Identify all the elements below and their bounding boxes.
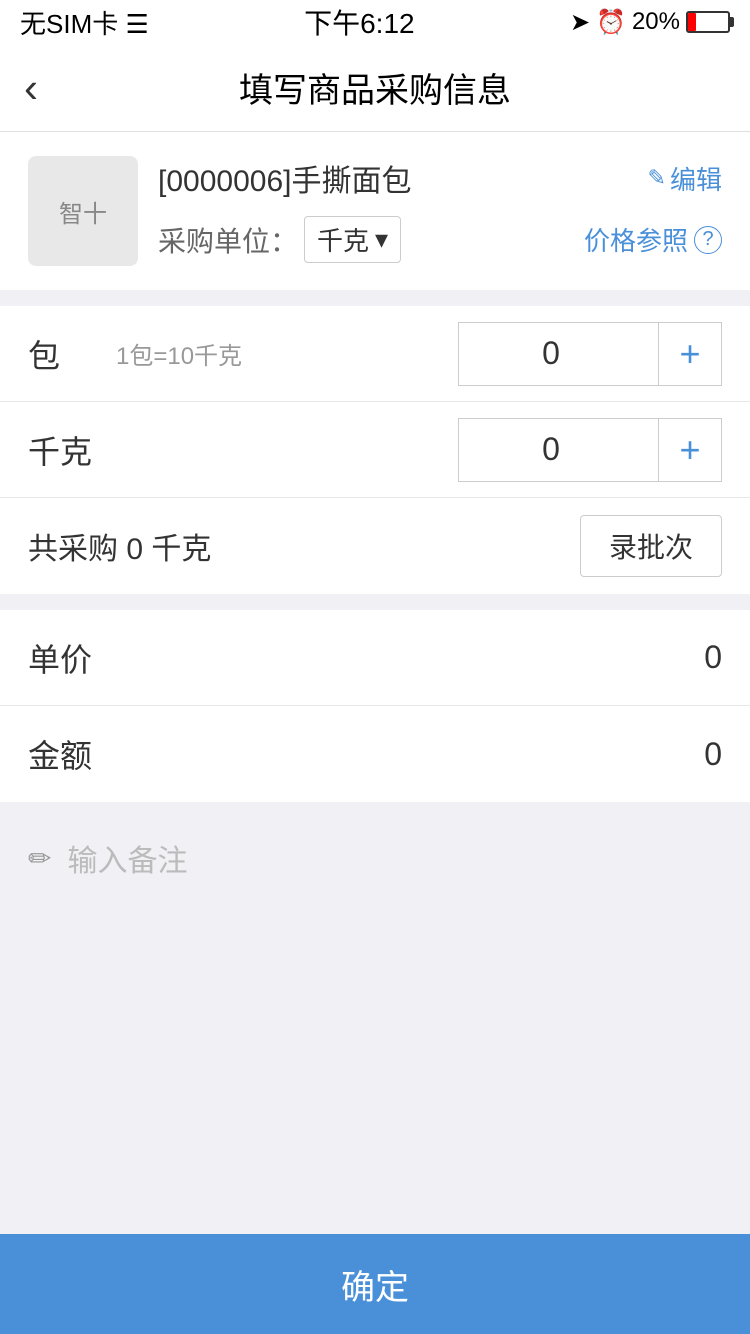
back-button[interactable]: ‹ (24, 64, 38, 112)
quantity-sublabel-bao: 1包=10千克 (116, 336, 458, 371)
product-name: [0000006]手撕面包 (158, 156, 411, 200)
sim-label: 无SIM卡 ☰ (20, 4, 149, 41)
price-ref-button[interactable]: 价格参照 ? (584, 221, 722, 258)
price-section: 单价 0 金额 0 (0, 610, 750, 810)
unit-select[interactable]: 千克 ▾ (304, 216, 401, 263)
note-placeholder: 输入备注 (67, 836, 187, 880)
quantity-input-group-bao: + (458, 322, 722, 386)
battery-icon (686, 11, 730, 33)
separator-1 (0, 298, 750, 306)
unit-value: 千克 (317, 221, 369, 258)
price-ref-label: 价格参照 (584, 221, 688, 258)
main-content-area (0, 906, 750, 1246)
confirm-label: 确定 (341, 1260, 409, 1309)
product-card: 智十 [0000006]手撕面包 ✎ 编辑 采购单位： 千克 ▾ 价格参照 ? (0, 132, 750, 298)
status-left: 无SIM卡 ☰ (20, 4, 149, 41)
product-info: [0000006]手撕面包 ✎ 编辑 采购单位： 千克 ▾ 价格参照 ? (158, 156, 722, 263)
unit-price-value: 0 (704, 639, 722, 676)
amount-value: 0 (704, 736, 722, 773)
battery-percent: 20% (632, 8, 680, 36)
edit-icon: ✎ (648, 165, 666, 191)
product-name-row: [0000006]手撕面包 ✎ 编辑 (158, 156, 722, 200)
nav-bar: ‹ 填写商品采购信息 (0, 44, 750, 132)
status-time: 下午6:12 (304, 2, 415, 42)
total-row: 共采购 0 千克 录批次 (0, 498, 750, 594)
dropdown-icon: ▾ (375, 224, 388, 255)
status-bar: 无SIM卡 ☰ 下午6:12 ➤ ⏰ 20% (0, 0, 750, 44)
quantity-plus-bao[interactable]: + (658, 322, 722, 386)
quantity-row-bao: 包 1包=10千克 + (0, 306, 750, 402)
status-right: ➤ ⏰ 20% (570, 8, 730, 37)
quantity-input-group-kg: + (458, 418, 722, 482)
note-section[interactable]: ✏ 输入备注 (0, 810, 750, 906)
price-row-amount: 金额 0 (0, 706, 750, 802)
pencil-icon: ✏ (28, 842, 51, 875)
separator-2 (0, 602, 750, 610)
quantity-row-kg: 千克 + (0, 402, 750, 498)
batch-button[interactable]: 录批次 (580, 515, 722, 577)
quantity-label-bao: 包 (28, 331, 108, 377)
quantity-input-bao[interactable] (458, 322, 658, 386)
unit-label: 采购单位： (158, 220, 298, 260)
unit-row: 采购单位： 千克 ▾ 价格参照 ? (158, 216, 722, 263)
product-logo: 智十 (59, 194, 107, 229)
unit-price-label: 单价 (28, 635, 92, 681)
total-section: 共采购 0 千克 录批次 (0, 498, 750, 602)
quantity-input-kg[interactable] (458, 418, 658, 482)
page-title: 填写商品采购信息 (239, 63, 511, 112)
total-label: 共采购 0 千克 (28, 524, 211, 568)
edit-button[interactable]: ✎ 编辑 (648, 160, 722, 197)
product-image: 智十 (28, 156, 138, 266)
confirm-button[interactable]: 确定 (0, 1234, 750, 1334)
alarm-icon: ⏰ (596, 8, 626, 37)
quantity-label-kg: 千克 (28, 427, 108, 473)
quantity-plus-kg[interactable]: + (658, 418, 722, 482)
location-icon: ➤ (570, 8, 590, 37)
amount-label: 金额 (28, 731, 92, 777)
price-row-unit: 单价 0 (0, 610, 750, 706)
help-icon: ? (694, 226, 722, 254)
edit-label: 编辑 (670, 160, 722, 197)
quantity-section: 包 1包=10千克 + 千克 + (0, 306, 750, 498)
